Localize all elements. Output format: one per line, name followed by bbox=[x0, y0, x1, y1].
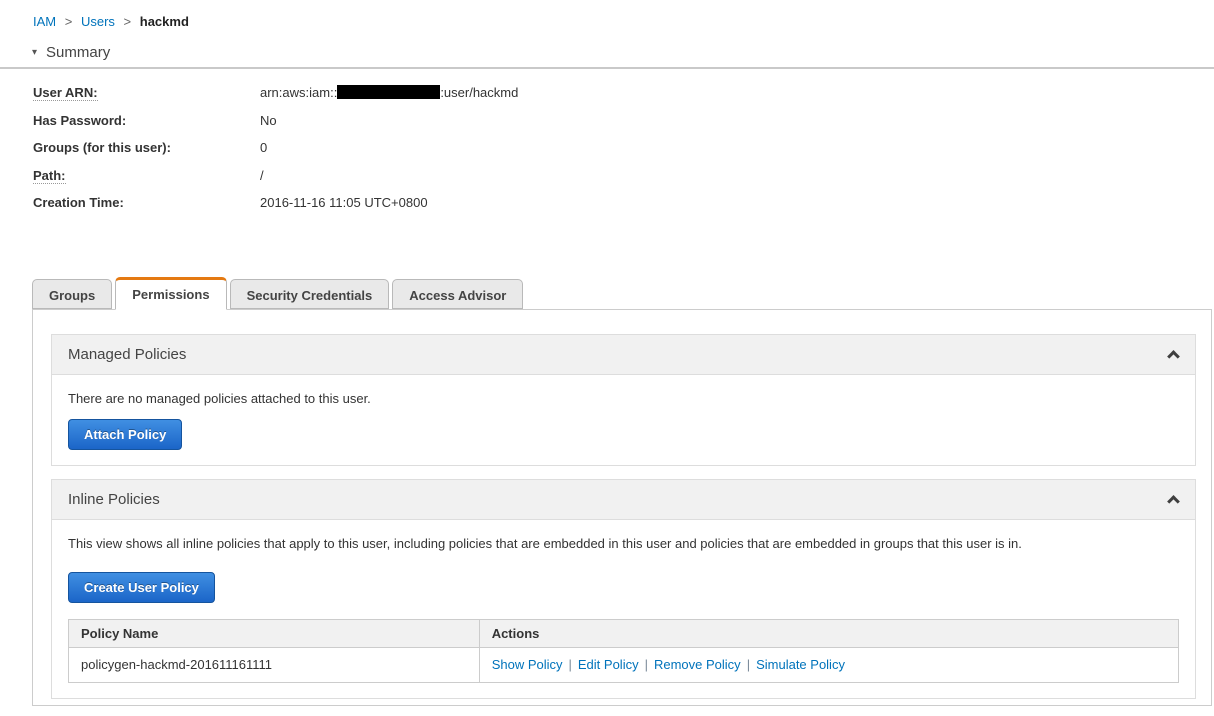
summary-row-groups: Groups (for this user): 0 bbox=[33, 140, 1214, 168]
path-label: Path: bbox=[33, 167, 66, 184]
show-policy-link[interactable]: Show Policy bbox=[492, 657, 563, 672]
chevron-up-icon[interactable] bbox=[1167, 350, 1180, 363]
user-arn-value: arn:aws:iam:::user/hackmd bbox=[260, 85, 519, 100]
summary-row-path: Path: / bbox=[33, 167, 1214, 196]
managed-policies-body: There are no managed policies attached t… bbox=[52, 375, 1195, 465]
action-separator: | bbox=[644, 657, 648, 672]
summary-divider bbox=[0, 67, 1214, 69]
permissions-tab-panel: Managed Policies There are no managed po… bbox=[32, 308, 1212, 706]
attach-policy-button[interactable]: Attach Policy bbox=[68, 418, 183, 450]
inline-policies-table: Policy Name Actions policygen-hackmd-201… bbox=[68, 618, 1180, 683]
table-header-row: Policy Name Actions bbox=[68, 618, 1180, 648]
summary-row-user-arn: User ARN: arn:aws:iam:::user/hackmd bbox=[33, 85, 1214, 113]
summary-fields: User ARN: arn:aws:iam:::user/hackmd Has … bbox=[33, 85, 1214, 223]
has-password-value: No bbox=[260, 112, 277, 128]
inline-policies-body: This view shows all inline policies that… bbox=[52, 520, 1195, 698]
column-header-policy-name: Policy Name bbox=[68, 618, 480, 648]
simulate-policy-link[interactable]: Simulate Policy bbox=[756, 657, 845, 672]
user-arn-label: User ARN: bbox=[33, 85, 98, 101]
triangle-down-icon[interactable]: ▾ bbox=[32, 47, 37, 58]
inline-policies-section: Inline Policies This view shows all inli… bbox=[51, 478, 1196, 699]
groups-count-value: 0 bbox=[260, 140, 268, 155]
remove-policy-link[interactable]: Remove Policy bbox=[654, 657, 741, 672]
groups-count-label: Groups (for this user): bbox=[33, 140, 171, 155]
managed-policies-header[interactable]: Managed Policies bbox=[52, 334, 1195, 375]
tab-access-advisor[interactable]: Access Advisor bbox=[392, 278, 524, 309]
summary-title: Summary bbox=[46, 44, 111, 61]
inline-policies-description: This view shows all inline policies that… bbox=[68, 535, 1022, 551]
inline-policies-header[interactable]: Inline Policies bbox=[52, 479, 1195, 520]
redacted-account-id bbox=[337, 85, 441, 99]
edit-policy-link[interactable]: Edit Policy bbox=[578, 657, 639, 672]
table-row: policygen-hackmd-201611161111 Show Polic… bbox=[68, 646, 1180, 683]
managed-policies-empty-text: There are no managed policies attached t… bbox=[68, 390, 371, 406]
breadcrumb-separator: > bbox=[123, 14, 132, 29]
breadcrumb-current-user: hackmd bbox=[139, 14, 189, 29]
summary-section-header: ▾ Summary bbox=[32, 44, 1214, 61]
summary-row-has-password: Has Password: No bbox=[33, 113, 1214, 141]
policy-actions-cell: Show Policy | Edit Policy | Remove Policy | Si… bbox=[478, 646, 1180, 683]
action-separator: | bbox=[746, 657, 751, 672]
user-detail-tabs: Groups Permissions Security Credentials … bbox=[32, 276, 1214, 310]
has-password-label: Has Password: bbox=[33, 112, 127, 128]
inline-policies-title: Inline Policies bbox=[68, 490, 160, 508]
managed-policies-section: Managed Policies There are no managed po… bbox=[51, 333, 1196, 466]
managed-policies-title: Managed Policies bbox=[68, 345, 187, 363]
breadcrumb-link-users[interactable]: Users bbox=[81, 14, 115, 29]
tab-groups[interactable]: Groups bbox=[32, 278, 113, 309]
summary-row-creation-time: Creation Time: 2016-11-16 11:05 UTC+0800 bbox=[33, 195, 1214, 223]
path-value: / bbox=[260, 167, 264, 183]
breadcrumb-separator: > bbox=[64, 14, 73, 29]
policy-name-cell: policygen-hackmd-201611161111 bbox=[68, 646, 480, 683]
creation-time-label: Creation Time: bbox=[33, 195, 124, 210]
breadcrumb-link-iam[interactable]: IAM bbox=[33, 14, 56, 29]
creation-time-value: 2016-11-16 11:05 UTC+0800 bbox=[260, 195, 428, 210]
action-separator: | bbox=[568, 657, 572, 672]
breadcrumb: IAM > Users > hackmd bbox=[33, 14, 1214, 29]
tab-permissions[interactable]: Permissions bbox=[115, 276, 227, 310]
column-header-actions: Actions bbox=[478, 618, 1180, 648]
tab-security-credentials[interactable]: Security Credentials bbox=[229, 278, 390, 309]
create-user-policy-button[interactable]: Create User Policy bbox=[68, 571, 215, 603]
chevron-up-icon[interactable] bbox=[1167, 495, 1180, 508]
